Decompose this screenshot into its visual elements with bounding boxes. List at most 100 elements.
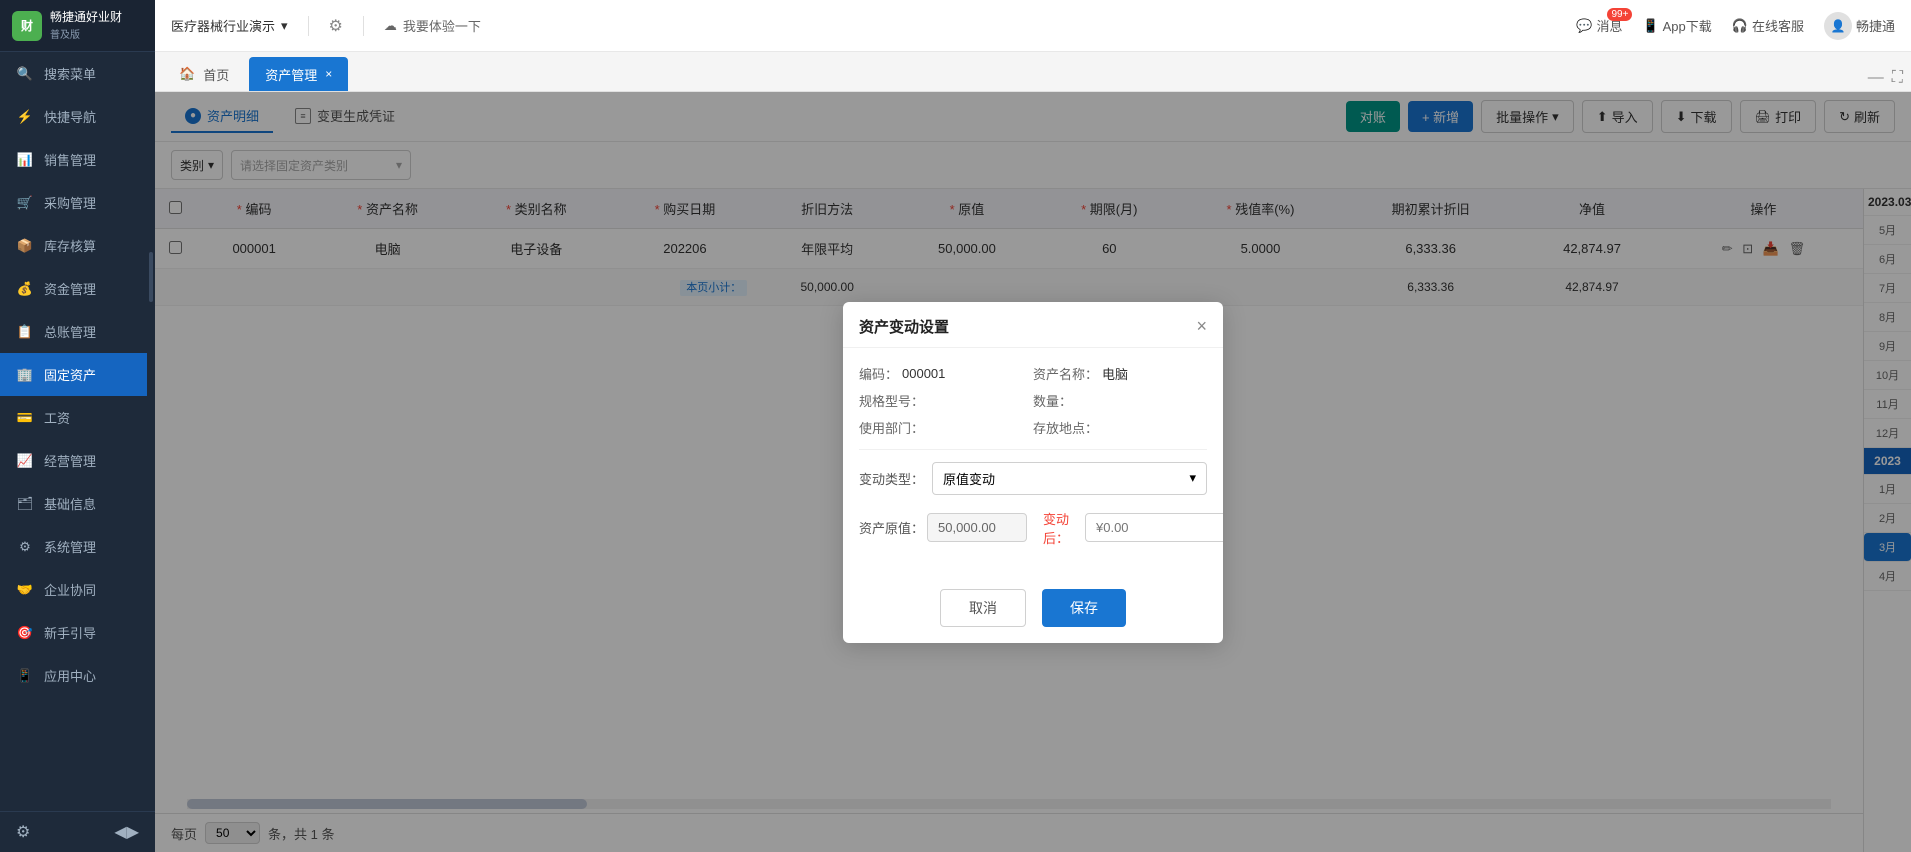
sidebar-item-collab-label: 企业协同 [44,580,96,599]
required-star: 变动后： [1043,509,1069,547]
tab-asset-mgmt[interactable]: 资产管理 × [249,57,348,91]
modal-title: 资产变动设置 [859,316,949,337]
online-service-btn[interactable]: 🎧 在线客服 [1732,16,1804,35]
modal-code-value: 000001 [902,366,945,381]
modal-asset-value-row: 资产原值： 50,000.00 变动后： [859,509,1207,547]
sidebar-item-system-label: 系统管理 [44,537,96,556]
sidebar-item-fixed-assets-label: 固定资产 [44,365,96,384]
system-icon: ⚙ [16,538,34,556]
sidebar-item-finance-label: 资金管理 [44,279,96,298]
logo-sub: 普及版 [50,26,122,41]
modal-asset-value-display: 50,000.00 [927,513,1027,542]
modal-code-field: 编码： 000001 [859,364,1033,383]
quick-nav-icon: ⚡ [16,108,34,126]
sidebar-item-guide-label: 新手引导 [44,623,96,642]
sidebar-item-system[interactable]: ⚙ 系统管理 [0,525,155,568]
tabbar-actions: — ⛶ [1868,69,1903,91]
search-icon: 🔍 [16,65,34,83]
sidebar-item-ops[interactable]: 📈 经营管理 [0,439,155,482]
change-type-chevron-icon: ▾ [1189,470,1196,486]
app-download-btn[interactable]: 📱 App下载 [1642,16,1711,35]
sidebar-item-finance[interactable]: 💰 资金管理 [0,267,155,310]
sidebar-item-guide[interactable]: 🎯 新手引导 [0,611,155,654]
home-icon: 🏠 [179,66,195,82]
collab-icon: 🤝 [16,581,34,599]
sidebar-item-collab[interactable]: 🤝 企业协同 [0,568,155,611]
message-btn[interactable]: 💬 消息 99+ [1576,16,1622,35]
sidebar-item-sales[interactable]: 📊 销售管理 [0,138,155,181]
collapse-icon[interactable]: ◀▶ [114,822,139,842]
sidebar-item-ops-label: 经营管理 [44,451,96,470]
settings-icon[interactable]: ⚙ [16,822,30,842]
modal-spec-label: 规格型号： [859,391,924,410]
sidebar-item-purchase[interactable]: 🛒 采购管理 [0,181,155,224]
sidebar-item-payroll[interactable]: 💳 工资 [0,396,155,439]
topbar-divider2 [363,16,364,36]
base-icon: 🗂 [16,495,34,513]
headset-icon: 🎧 [1732,18,1748,34]
topbar-right: 💬 消息 99+ 📱 App下载 🎧 在线客服 👤 畅捷通 [1576,12,1895,40]
message-icon: 💬 [1576,18,1592,34]
modal-change-type-select[interactable]: 原值变动 ▾ [932,462,1207,495]
avatar: 👤 [1824,12,1852,40]
phone-icon: 📱 [1642,18,1658,34]
sidebar-logo: 财 畅捷通好业财 普及版 [0,0,155,52]
modal-body: 编码： 000001 资产名称： 电脑 规格型号： 数量： [843,348,1223,577]
topbar-divider [308,16,309,36]
modal-change-type-label: 变动类型： [859,469,924,488]
cloud-icon: ☁ [384,18,397,34]
modal-name-field: 资产名称： 电脑 [1033,364,1207,383]
sidebar-item-fixed-assets[interactable]: 🏢 固定资产 [0,353,155,396]
tab-maximize-icon[interactable]: ⛶ [1892,69,1903,87]
logo-icon: 财 [12,11,42,41]
tab-home[interactable]: 🏠 首页 [163,57,245,91]
modal-footer: 取消 保存 [843,577,1223,643]
company-selector[interactable]: 医疗器械行业演示 ▾ [171,16,288,35]
apps-icon: 📱 [16,667,34,685]
ledger-icon: 📋 [16,323,34,341]
sidebar-item-quick-nav[interactable]: ⚡ 快捷导航 [0,95,155,138]
tab-close-icon[interactable]: × [325,67,332,81]
sales-icon: 📊 [16,151,34,169]
modal-after-value-input[interactable] [1085,513,1223,542]
sidebar-nav: 🔍 搜索菜单 ⚡ 快捷导航 📊 销售管理 🛒 采购管理 📦 库存核算 💰 资金管… [0,52,155,811]
modal-overlay: 资产变动设置 × 编码： 000001 资产名称： 电脑 [155,92,1911,852]
settings-gear-icon[interactable]: ⚙ [329,16,343,36]
modal-location-label: 存放地点： [1033,418,1098,437]
sidebar-bottom: ⚙ ◀▶ [0,811,155,852]
sidebar-item-search[interactable]: 🔍 搜索菜单 [0,52,155,95]
sidebar-item-base-label: 基础信息 [44,494,96,513]
sidebar-item-ledger[interactable]: 📋 总账管理 [0,310,155,353]
modal-info-grid: 编码： 000001 资产名称： 电脑 规格型号： 数量： [859,364,1207,450]
modal-code-label: 编码： [859,364,898,383]
inventory-icon: 📦 [16,237,34,255]
sidebar-item-payroll-label: 工资 [44,408,70,427]
sidebar-item-inventory[interactable]: 📦 库存核算 [0,224,155,267]
modal-asset-value-label: 资产原值： [859,518,919,537]
tab-home-label: 首页 [203,65,229,84]
sidebar-item-inventory-label: 库存核算 [44,236,96,255]
online-service-label: 在线客服 [1752,16,1804,35]
company-name: 医疗器械行业演示 [171,16,275,35]
modal-dept-label: 使用部门： [859,418,924,437]
modal-spec-field: 规格型号： [859,391,1033,410]
tab-minimize-icon[interactable]: — [1868,69,1884,87]
modal-change-type-value: 原值变动 [943,469,995,488]
purchase-icon: 🛒 [16,194,34,212]
experience-link[interactable]: ☁ 我要体验一下 [384,16,481,35]
content-area: ● 资产明细 ≡ 变更生成凭证 对账 + 新增 批量操作 ▾ ⬆ [155,92,1911,852]
sidebar-item-ledger-label: 总账管理 [44,322,96,341]
guide-icon: 🎯 [16,624,34,642]
modal-qty-field: 数量： [1033,391,1207,410]
sidebar-item-base[interactable]: 🗂 基础信息 [0,482,155,525]
modal-cancel-button[interactable]: 取消 [940,589,1026,627]
user-menu[interactable]: 👤 畅捷通 [1824,12,1895,40]
logo-text: 畅捷通好业财 [50,10,122,26]
company-dropdown-icon: ▾ [281,18,288,34]
fixed-assets-icon: 🏢 [16,366,34,384]
app-download-label: App下载 [1663,16,1712,35]
modal-close-icon[interactable]: × [1196,317,1207,335]
message-badge: 99+ [1607,8,1632,21]
modal-save-button[interactable]: 保存 [1042,589,1126,627]
sidebar-item-apps[interactable]: 📱 应用中心 [0,654,155,697]
